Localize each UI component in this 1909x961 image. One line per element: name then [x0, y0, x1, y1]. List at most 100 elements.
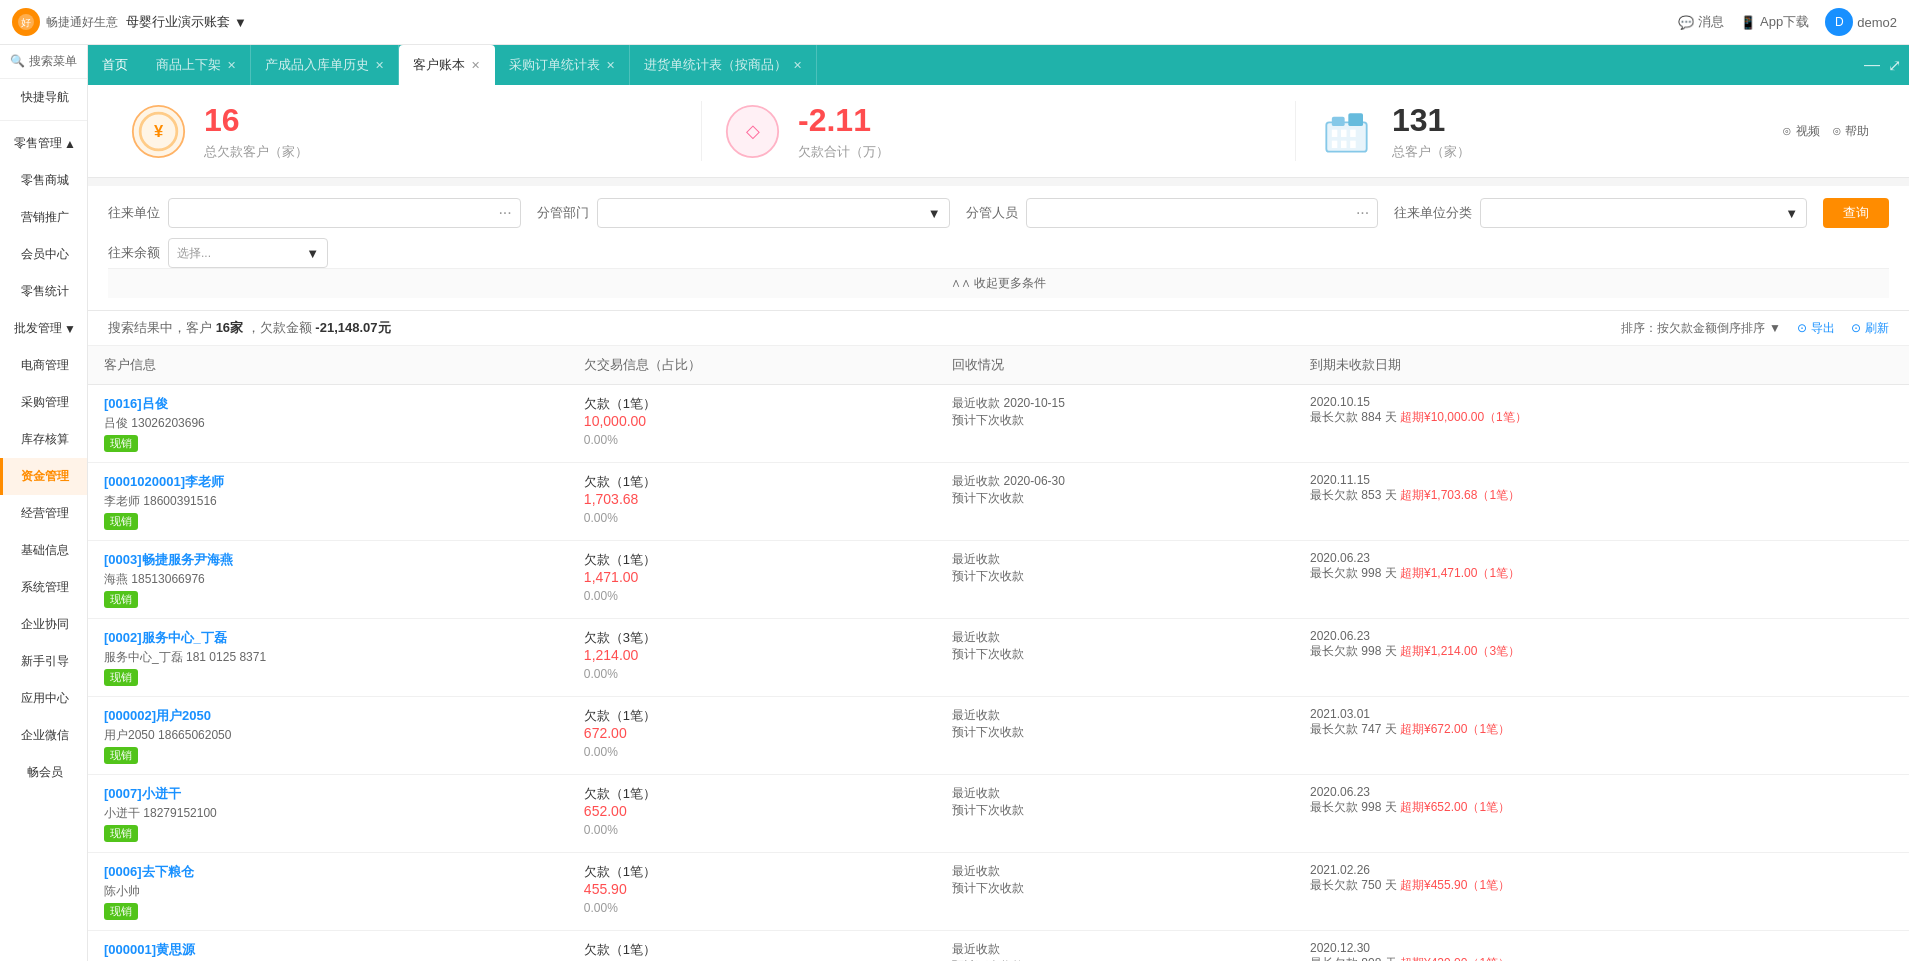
- filter-select-balance[interactable]: 选择... ▼: [168, 238, 328, 268]
- debt-amount-6[interactable]: 455.90: [584, 881, 920, 897]
- debt-percent-6: 0.00%: [584, 901, 920, 915]
- overdue-amount-5[interactable]: 超期¥652.00（1笔）: [1400, 800, 1510, 814]
- tab-item-finished-goods[interactable]: 产成品入库单历史 ✕: [251, 45, 399, 85]
- sidebar-item-retail-mall[interactable]: 零售商城: [0, 162, 87, 199]
- query-button[interactable]: 查询: [1823, 198, 1889, 228]
- customer-cell-7: [000001]黄思源 黄思源 13552700226 现销: [88, 931, 568, 962]
- sidebar-item-wholesale-mgmt[interactable]: 批发管理 ▼: [0, 310, 87, 347]
- user-profile[interactable]: D demo2: [1825, 8, 1897, 36]
- message-btn[interactable]: 💬 消息: [1678, 13, 1724, 31]
- overdue-days-4: 最长欠款 747 天: [1310, 722, 1400, 736]
- sidebar-item-inventory[interactable]: 库存核算: [0, 421, 87, 458]
- due-date-0: 2020.10.15: [1310, 395, 1893, 409]
- debt-amount-3[interactable]: 1,214.00: [584, 647, 920, 663]
- overdue-amount-4[interactable]: 超期¥672.00（1笔）: [1400, 722, 1510, 736]
- debt-count-1: 欠款（1笔）: [584, 473, 920, 491]
- customer-cell-1: [0001020001]李老师 李老师 18600391516 现销: [88, 463, 568, 541]
- overdue-amount-2[interactable]: 超期¥1,471.00（1笔）: [1400, 566, 1520, 580]
- debt-count-2: 欠款（1笔）: [584, 551, 920, 569]
- sidebar-item-guide[interactable]: 新手引导: [0, 643, 87, 680]
- overdue-amount-0[interactable]: 超期¥10,000.00（1笔）: [1400, 410, 1527, 424]
- sidebar-item-retail-mgmt[interactable]: 零售管理 ▲: [0, 125, 87, 162]
- message-icon: 💬: [1678, 15, 1694, 30]
- overdue-amount-3[interactable]: 超期¥1,214.00（3笔）: [1400, 644, 1520, 658]
- filter-collapse-btn[interactable]: ∧∧ 收起更多条件: [108, 268, 1889, 298]
- app-download-btn[interactable]: 📱 App下载: [1740, 13, 1809, 31]
- sidebar-search[interactable]: 🔍 搜索菜单: [0, 45, 87, 79]
- sidebar-item-business[interactable]: 经营管理: [0, 495, 87, 532]
- tab-maximize-btn[interactable]: ⤢: [1888, 56, 1901, 75]
- filter-input-person[interactable]: ···: [1026, 198, 1379, 228]
- sidebar-item-finance[interactable]: 资金管理: [0, 458, 87, 495]
- tab-close-purchase[interactable]: ✕: [606, 59, 615, 72]
- customer-name-2[interactable]: [0003]畅捷服务尹海燕: [104, 552, 233, 567]
- sidebar-item-basic-info[interactable]: 基础信息: [0, 532, 87, 569]
- tab-item-product[interactable]: 商品上下架 ✕: [142, 45, 251, 85]
- sidebar-item-member2[interactable]: 畅会员: [0, 754, 87, 791]
- refresh-btn[interactable]: ⊙ 刷新: [1851, 320, 1889, 337]
- customer-contact-4: 用户2050 18665062050: [104, 727, 552, 744]
- tab-close-import[interactable]: ✕: [793, 59, 802, 72]
- tab-item-import-stats[interactable]: 进货单统计表（按商品） ✕: [630, 45, 817, 85]
- customer-name-4[interactable]: [000002]用户2050: [104, 708, 211, 723]
- due-date-cell-0: 2020.10.15 最长欠款 884 天 超期¥10,000.00（1笔）: [1294, 385, 1909, 463]
- filter-select-unit-class[interactable]: ▼: [1480, 198, 1807, 228]
- sidebar-item-member[interactable]: 会员中心: [0, 236, 87, 273]
- sidebar-item-collab[interactable]: 企业协同: [0, 606, 87, 643]
- due-date-4: 2021.03.01: [1310, 707, 1893, 721]
- sidebar-item-apps[interactable]: 应用中心: [0, 680, 87, 717]
- tab-close-ledger[interactable]: ✕: [471, 59, 480, 72]
- tab-home[interactable]: 首页: [88, 45, 142, 85]
- due-date-2: 2020.06.23: [1310, 551, 1893, 565]
- sidebar-item-quick-nav[interactable]: 快捷导航: [0, 79, 87, 116]
- due-date-cell-3: 2020.06.23 最长欠款 998 天 超期¥1,214.00（3笔）: [1294, 619, 1909, 697]
- logo-icon: 好: [12, 8, 40, 36]
- recovery-cell-3: 最近收款 预计下次收款: [936, 619, 1294, 697]
- store-selector[interactable]: 母婴行业演示账套 ▼: [126, 13, 247, 31]
- table-row: [0006]去下粮仓 陈小帅 现销 欠款（1笔） 455.90 0.00% 最近…: [88, 853, 1909, 931]
- sidebar-item-purchase[interactable]: 采购管理: [0, 384, 87, 421]
- debt-cell-3: 欠款（3笔） 1,214.00 0.00%: [568, 619, 936, 697]
- sort-selector[interactable]: 排序：按欠款金额倒序排序 ▼: [1621, 320, 1781, 337]
- sidebar-item-system[interactable]: 系统管理: [0, 569, 87, 606]
- filter-select-dept[interactable]: ▼: [597, 198, 950, 228]
- sidebar-item-wechat[interactable]: 企业微信: [0, 717, 87, 754]
- customer-name-3[interactable]: [0002]服务中心_丁磊: [104, 630, 227, 645]
- customer-name-5[interactable]: [0007]小迸干: [104, 786, 181, 801]
- debt-amount-0[interactable]: 10,000.00: [584, 413, 920, 429]
- overdue-amount-1[interactable]: 超期¥1,703.68（1笔）: [1400, 488, 1520, 502]
- debt-amount-5[interactable]: 652.00: [584, 803, 920, 819]
- tab-minimize-btn[interactable]: —: [1864, 56, 1880, 74]
- app-header: 好 畅捷通好生意 母婴行业演示账套 ▼ 💬 消息 📱 App下载 D demo2: [0, 0, 1909, 45]
- sidebar-item-marketing[interactable]: 营销推广: [0, 199, 87, 236]
- customer-name-6[interactable]: [0006]去下粮仓: [104, 864, 194, 879]
- export-btn[interactable]: ⊙ 导出: [1797, 320, 1835, 337]
- tab-close-product[interactable]: ✕: [227, 59, 236, 72]
- overdue-days-0: 最长欠款 884 天: [1310, 410, 1400, 424]
- debt-amount-1[interactable]: 1,703.68: [584, 491, 920, 507]
- video-btn[interactable]: ⊙ 视频: [1782, 123, 1819, 140]
- svg-rect-10: [1331, 129, 1337, 136]
- wechat-label: 企业微信: [21, 728, 69, 742]
- customer-name-0[interactable]: [0016]吕俊: [104, 396, 168, 411]
- customer-cell-6: [0006]去下粮仓 陈小帅 现销: [88, 853, 568, 931]
- customer-name-7[interactable]: [000001]黄思源: [104, 942, 195, 957]
- tab-close-finished[interactable]: ✕: [375, 59, 384, 72]
- overdue-amount-6[interactable]: 超期¥455.90（1笔）: [1400, 878, 1510, 892]
- due-date-5: 2020.06.23: [1310, 785, 1893, 799]
- tab-item-purchase-order[interactable]: 采购订单统计表 ✕: [495, 45, 630, 85]
- debt-amount-2[interactable]: 1,471.00: [584, 569, 920, 585]
- latest-collection-1: 最近收款 2020-06-30: [952, 473, 1278, 490]
- help-btn[interactable]: ⊙ 帮助: [1832, 123, 1869, 140]
- sidebar-item-retail-stats[interactable]: 零售统计: [0, 273, 87, 310]
- latest-collection-3: 最近收款: [952, 629, 1278, 646]
- tab-item-customer-ledger[interactable]: 客户账本 ✕: [399, 45, 495, 85]
- filter-label-unit: 往来单位: [108, 204, 160, 222]
- filter-input-unit[interactable]: ···: [168, 198, 521, 228]
- overdue-days-3: 最长欠款 998 天: [1310, 644, 1400, 658]
- tab-bar-right: — ⤢: [1864, 56, 1909, 75]
- sidebar-item-ecommerce[interactable]: 电商管理: [0, 347, 87, 384]
- customer-name-1[interactable]: [0001020001]李老师: [104, 474, 224, 489]
- overdue-amount-7[interactable]: 超期¥429.00（1笔）: [1400, 956, 1510, 961]
- debt-amount-4[interactable]: 672.00: [584, 725, 920, 741]
